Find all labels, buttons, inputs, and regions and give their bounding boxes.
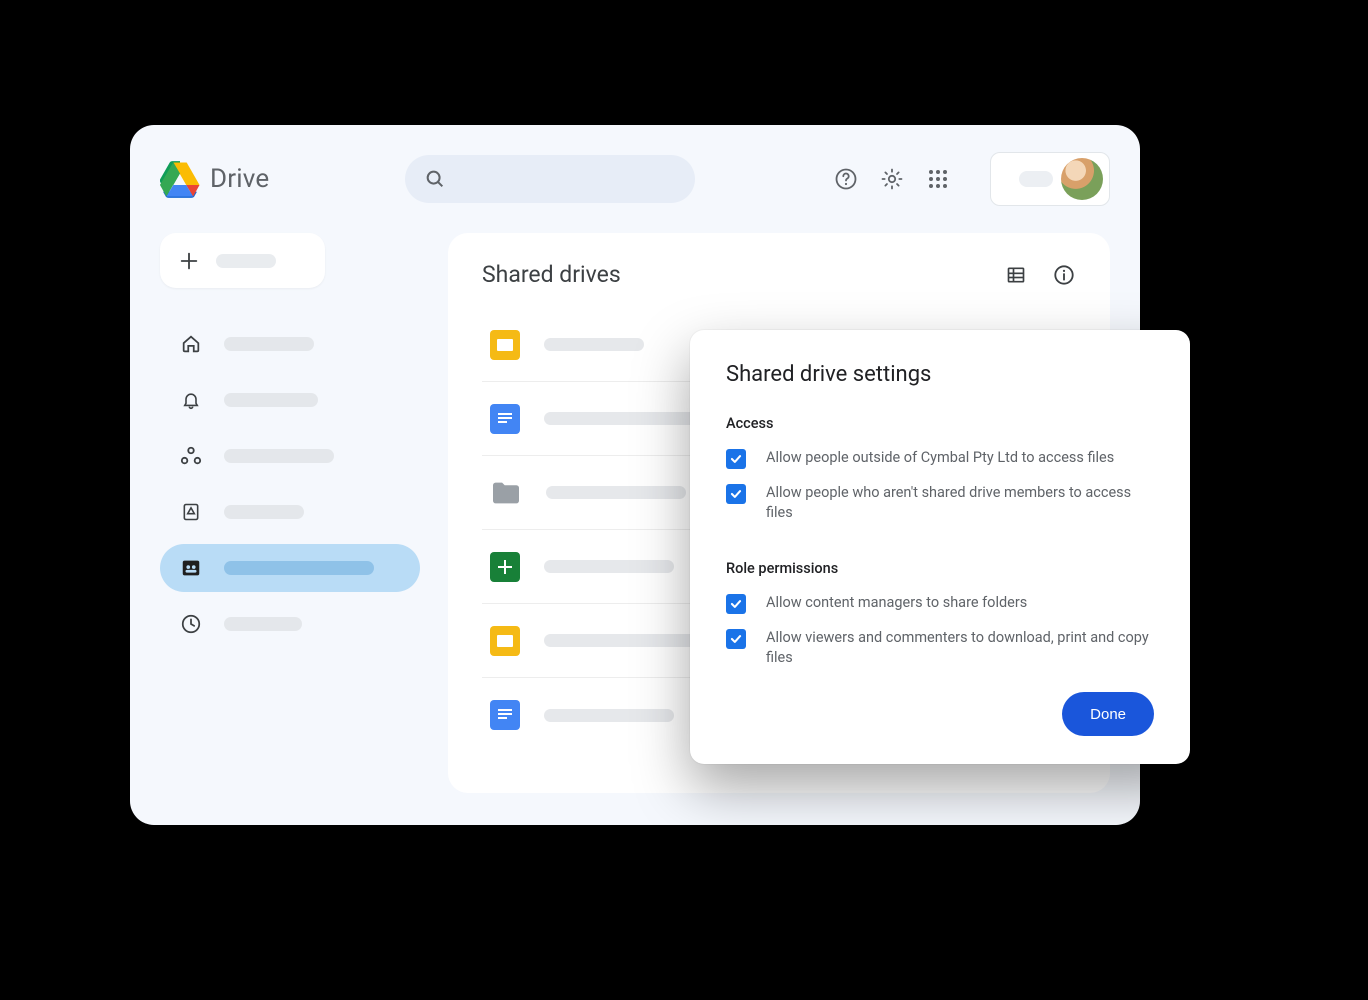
done-button[interactable]: Done bbox=[1062, 692, 1154, 736]
folder-icon bbox=[490, 480, 522, 506]
list-view-icon[interactable] bbox=[1004, 263, 1028, 287]
file-name-placeholder bbox=[544, 560, 674, 573]
drive-storage-icon bbox=[180, 501, 202, 523]
dialog-title: Shared drive settings bbox=[726, 362, 1154, 387]
file-name-placeholder bbox=[544, 634, 714, 647]
account-switcher[interactable] bbox=[990, 152, 1110, 206]
sidebar-item-home[interactable] bbox=[160, 320, 420, 368]
sidebar-nav bbox=[160, 320, 420, 648]
option-allow-outside-access[interactable]: Allow people outside of Cymbal Pty Ltd t… bbox=[726, 448, 1154, 469]
sidebar-item-recent[interactable] bbox=[160, 600, 420, 648]
app-name: Drive bbox=[210, 164, 269, 194]
shared-drive-settings-dialog: Shared drive settings Access Allow peopl… bbox=[690, 330, 1190, 764]
slides-file-icon bbox=[490, 330, 520, 360]
new-button-label-placeholder bbox=[216, 254, 276, 268]
file-name-placeholder bbox=[546, 486, 686, 499]
top-bar: Drive bbox=[160, 149, 1110, 209]
clock-icon bbox=[180, 613, 202, 635]
account-label-placeholder bbox=[1019, 171, 1053, 187]
apps-grid-icon[interactable] bbox=[926, 167, 950, 191]
option-viewers-download[interactable]: Allow viewers and commenters to download… bbox=[726, 628, 1154, 669]
panel-header: Shared drives bbox=[482, 261, 1076, 288]
sidebar-item-mydrive[interactable] bbox=[160, 488, 420, 536]
sheets-file-icon bbox=[490, 552, 520, 582]
file-name-placeholder bbox=[544, 338, 644, 351]
checkbox-checked-icon[interactable] bbox=[726, 594, 746, 614]
checkbox-checked-icon[interactable] bbox=[726, 484, 746, 504]
checkbox-checked-icon[interactable] bbox=[726, 629, 746, 649]
workspaces-icon bbox=[180, 446, 202, 466]
help-icon[interactable] bbox=[834, 167, 858, 191]
sidebar-item-workspaces[interactable] bbox=[160, 432, 420, 480]
search-icon bbox=[423, 167, 447, 191]
search-input[interactable] bbox=[405, 155, 695, 203]
sidebar-item-label bbox=[224, 337, 314, 351]
checkbox-checked-icon[interactable] bbox=[726, 449, 746, 469]
bell-icon bbox=[180, 389, 202, 411]
section-label-role: Role permissions bbox=[726, 560, 1154, 577]
file-name-placeholder bbox=[544, 709, 674, 722]
sidebar-item-label bbox=[224, 617, 302, 631]
option-label: Allow content managers to share folders bbox=[766, 593, 1027, 613]
sidebar-item-label bbox=[224, 449, 334, 463]
option-label: Allow people outside of Cymbal Pty Ltd t… bbox=[766, 448, 1114, 468]
sidebar bbox=[160, 233, 420, 793]
sidebar-item-label bbox=[224, 505, 304, 519]
option-label: Allow people who aren't shared drive mem… bbox=[766, 483, 1154, 524]
file-name-placeholder bbox=[544, 412, 704, 425]
sidebar-item-label bbox=[224, 393, 318, 407]
page-title: Shared drives bbox=[482, 261, 621, 288]
option-allow-nonmember-access[interactable]: Allow people who aren't shared drive mem… bbox=[726, 483, 1154, 524]
option-label: Allow viewers and commenters to download… bbox=[766, 628, 1154, 669]
option-managers-share-folders[interactable]: Allow content managers to share folders bbox=[726, 593, 1154, 614]
home-icon bbox=[180, 333, 202, 355]
avatar bbox=[1061, 158, 1103, 200]
docs-file-icon bbox=[490, 700, 520, 730]
docs-file-icon bbox=[490, 404, 520, 434]
sidebar-item-shared-drives[interactable] bbox=[160, 544, 420, 592]
section-label-access: Access bbox=[726, 415, 1154, 432]
sidebar-item-activity[interactable] bbox=[160, 376, 420, 424]
shared-drives-icon bbox=[180, 557, 202, 579]
plus-icon bbox=[178, 250, 200, 272]
sidebar-item-label bbox=[224, 561, 374, 575]
drive-logo-group[interactable]: Drive bbox=[160, 159, 269, 199]
drive-logo-icon bbox=[160, 159, 200, 199]
header-actions bbox=[834, 167, 950, 191]
gear-icon[interactable] bbox=[880, 167, 904, 191]
slides-file-icon bbox=[490, 626, 520, 656]
new-button[interactable] bbox=[160, 233, 325, 288]
info-icon[interactable] bbox=[1052, 263, 1076, 287]
